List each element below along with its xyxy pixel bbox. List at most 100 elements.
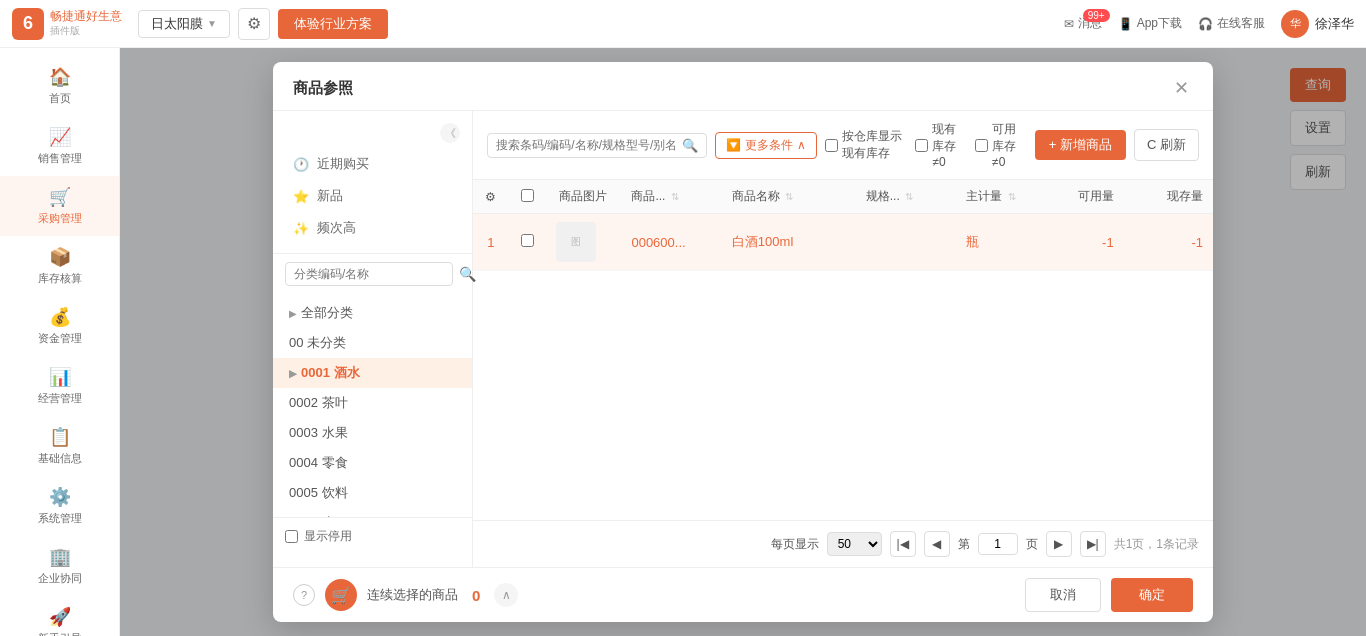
product-search-bar: 🔍	[487, 133, 707, 158]
more-conditions-button[interactable]: 🔽 更多条件 ∧	[715, 132, 817, 159]
category-all[interactable]: ▶ 全部分类	[273, 298, 472, 328]
search-submit-icon[interactable]: 🔍	[682, 138, 698, 153]
notification-badge: 99+	[1083, 9, 1110, 22]
app-download-btn[interactable]: 📱 App下载	[1118, 15, 1182, 32]
chevron-down-icon: ▼	[207, 18, 217, 29]
current-stock-label: 现有库存≠0	[932, 121, 967, 169]
row-select-checkbox[interactable]	[521, 234, 534, 247]
available-stock-filter[interactable]: 可用库存≠0	[975, 121, 1027, 169]
sidebar-item-sales[interactable]: 📈 销售管理	[0, 116, 119, 176]
dialog-footer: ? 🛒 连续选择的商品 0 ∧ 取消 确定	[273, 567, 1213, 622]
available-stock-checkbox[interactable]	[975, 139, 988, 152]
page-number-input[interactable]	[978, 533, 1018, 555]
category-fruit[interactable]: 0003 水果	[273, 418, 472, 448]
cart-icon: 🛒	[325, 579, 357, 611]
warehouse-stock-checkbox[interactable]	[825, 139, 838, 152]
category-uncategorized[interactable]: 00 未分类	[273, 328, 472, 358]
category-drinks[interactable]: 0005 饮料	[273, 478, 472, 508]
col-header-image: 商品图片	[546, 180, 622, 214]
last-page-button[interactable]: ▶|	[1080, 531, 1106, 557]
footer-collapse-button[interactable]: ∧	[494, 583, 518, 607]
sidebar-item-purchase[interactable]: 🛒 采购管理	[0, 176, 119, 236]
category-snacks[interactable]: 0004 零食	[273, 448, 472, 478]
pagination: 每页显示 50 100 200 |◀ ◀ 第 页 ▶	[473, 520, 1213, 567]
notification-btn[interactable]: ✉ 消息 99+	[1064, 15, 1102, 32]
warehouse-stock-filter[interactable]: 按仓库显示现有库存	[825, 128, 908, 162]
col-header-checkbox[interactable]	[509, 180, 546, 214]
frequent-btn[interactable]: ✨ 频次高	[285, 213, 460, 243]
next-page-button[interactable]: ▶	[1046, 531, 1072, 557]
total-info: 共1页，1条记录	[1114, 536, 1199, 553]
prev-page-button[interactable]: ◀	[924, 531, 950, 557]
sparkle-icon: ✨	[293, 221, 309, 236]
new-products-label: 新品	[317, 187, 343, 205]
settings-icon[interactable]: ⚙	[238, 8, 270, 40]
sidebar-item-system[interactable]: ⚙️ 系统管理	[0, 476, 119, 536]
online-service-btn[interactable]: 🎧 在线客服	[1198, 15, 1265, 32]
store-selector[interactable]: 日太阳膜 ▼	[138, 10, 230, 38]
system-icon: ⚙️	[49, 486, 71, 508]
category-list: ▶ 全部分类 00 未分类 ▶ 0001 酒水 0002 茶	[273, 294, 472, 517]
category-water[interactable]: 0008 水	[273, 508, 472, 517]
col-header-spec[interactable]: 规格... ⇅	[856, 180, 956, 214]
category-search-row: 🔍	[273, 254, 472, 294]
show-disabled-checkbox[interactable]	[285, 530, 298, 543]
store-name: 日太阳膜	[151, 15, 203, 33]
guide-icon: 🚀	[49, 606, 71, 628]
logo: 6 畅捷通好生意 插件版	[12, 8, 122, 40]
modal-overlay: 商品参照 ✕ 《 🕐 近期购买	[120, 48, 1366, 636]
first-page-button[interactable]: |◀	[890, 531, 916, 557]
warehouse-stock-label: 按仓库显示现有库存	[842, 128, 908, 162]
dialog-header: 商品参照 ✕	[273, 62, 1213, 111]
new-products-btn[interactable]: ⭐ 新品	[285, 181, 460, 211]
show-disabled-label: 显示停用	[304, 528, 352, 545]
col-header-unit[interactable]: 主计量 ⇅	[956, 180, 1034, 214]
select-all-checkbox[interactable]	[521, 189, 534, 202]
recent-purchase-btn[interactable]: 🕐 近期购买	[285, 149, 460, 179]
sidebar-item-label: 经营管理	[38, 391, 82, 406]
add-product-button[interactable]: + 新增商品	[1035, 130, 1126, 160]
category-label: 0005 饮料	[289, 484, 348, 502]
confirm-button[interactable]: 确定	[1111, 578, 1193, 612]
logo-sub: 插件版	[50, 24, 122, 38]
footer-left: ? 🛒 连续选择的商品 0 ∧	[293, 579, 518, 611]
clock-icon: 🕐	[293, 157, 309, 172]
sidebar-item-finance[interactable]: 💰 资金管理	[0, 296, 119, 356]
topbar-center: 日太阳膜 ▼ ⚙ 体验行业方案	[138, 8, 1064, 40]
category-search-input[interactable]	[285, 262, 453, 286]
main-content: 查询 设置 刷新 商品参照 ✕	[120, 48, 1366, 636]
sidebar-item-basics[interactable]: 📋 基础信息	[0, 416, 119, 476]
headset-icon: 🎧	[1198, 17, 1213, 31]
sidebar-item-operations[interactable]: 📊 经营管理	[0, 356, 119, 416]
home-icon: 🏠	[49, 66, 71, 88]
chevron-up-icon: ∧	[797, 138, 806, 152]
footer-right: 取消 确定	[1025, 578, 1193, 612]
cancel-button[interactable]: 取消	[1025, 578, 1101, 612]
quick-access-buttons: 《 🕐 近期购买 ⭐ 新品 ✨	[273, 123, 472, 254]
sidebar-item-inventory[interactable]: 📦 库存核算	[0, 236, 119, 296]
close-icon[interactable]: ✕	[1169, 76, 1193, 100]
category-label: 0003 水果	[289, 424, 348, 442]
help-icon[interactable]: ?	[293, 584, 315, 606]
col-header-name[interactable]: 商品名称 ⇅	[722, 180, 856, 214]
sidebar-item-enterprise[interactable]: 🏢 企业协同	[0, 536, 119, 596]
col-header-settings[interactable]: ⚙	[473, 180, 509, 214]
sidebar-item-label: 企业协同	[38, 571, 82, 586]
topbar: 6 畅捷通好生意 插件版 日太阳膜 ▼ ⚙ 体验行业方案 ✉ 消息 99+ 📱 …	[0, 0, 1366, 48]
experience-button[interactable]: 体验行业方案	[278, 9, 388, 39]
category-label: 0002 茶叶	[289, 394, 348, 412]
refresh-button[interactable]: C 刷新	[1134, 129, 1199, 161]
category-tea[interactable]: 0002 茶叶	[273, 388, 472, 418]
table-row[interactable]: 1 图 000600... 白酒100ml 瓶	[473, 214, 1213, 271]
product-search-input[interactable]	[496, 138, 678, 152]
current-stock-checkbox[interactable]	[915, 139, 928, 152]
sidebar-item-guide[interactable]: 🚀 新手引导	[0, 596, 119, 636]
sidebar-item-home[interactable]: 🏠 首页	[0, 56, 119, 116]
user-info[interactable]: 华 徐泽华	[1281, 10, 1354, 38]
category-liquor[interactable]: ▶ 0001 酒水	[273, 358, 472, 388]
current-stock-filter[interactable]: 现有库存≠0	[915, 121, 967, 169]
page-size-select[interactable]: 50 100 200	[827, 532, 882, 556]
row-checkbox[interactable]	[509, 214, 546, 271]
collapse-panel-button[interactable]: 《	[440, 123, 460, 143]
col-header-code[interactable]: 商品... ⇅	[621, 180, 721, 214]
